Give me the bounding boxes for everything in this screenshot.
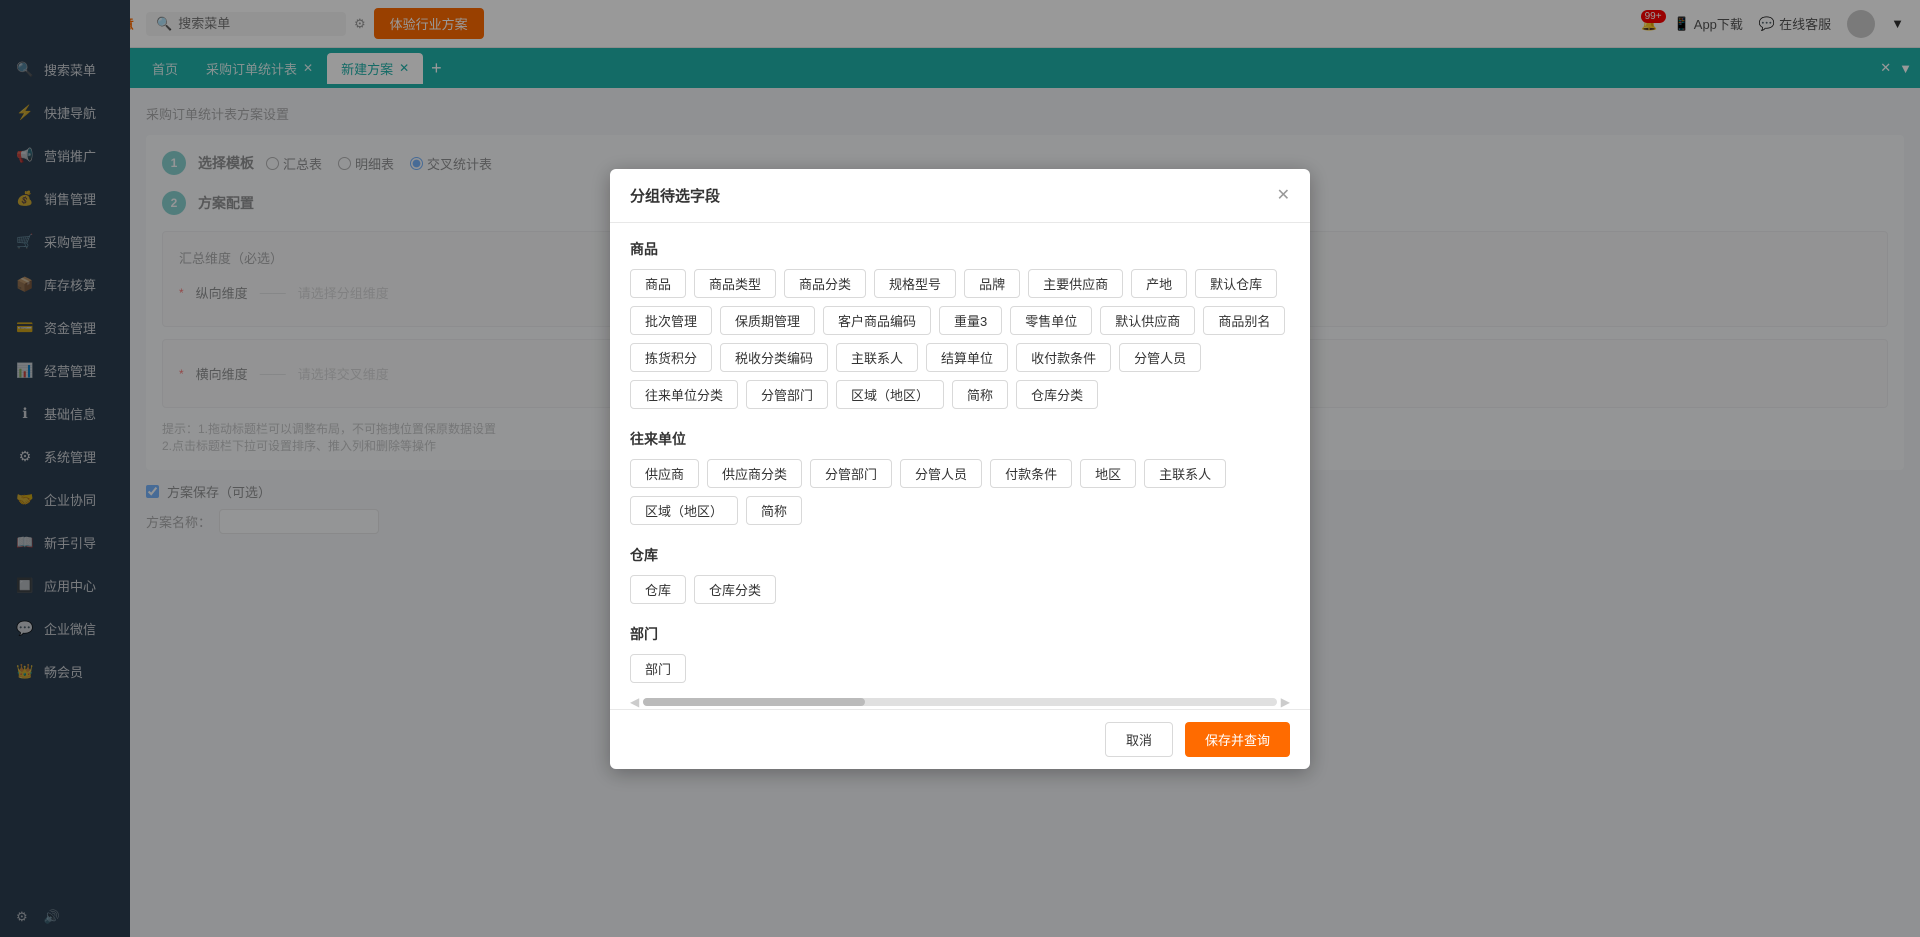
- field-tag[interactable]: 区域（地区）: [630, 496, 738, 525]
- field-tag[interactable]: 税收分类编码: [720, 343, 828, 372]
- field-tag[interactable]: 分管部门: [810, 459, 892, 488]
- field-tag[interactable]: 主要供应商: [1028, 269, 1123, 298]
- confirm-button[interactable]: 保存并查询: [1185, 722, 1290, 757]
- field-tag[interactable]: 地区: [1080, 459, 1136, 488]
- section-product-fields: 商品 商品类型 商品分类 规格型号 品牌 主要供应商 产地 默认仓库 批次管理 …: [630, 269, 1290, 409]
- section-product-title: 商品: [630, 239, 1290, 259]
- section-partner-fields: 供应商 供应商分类 分管部门 分管人员 付款条件 地区 主联系人 区域（地区） …: [630, 459, 1290, 525]
- section-warehouse: 仓库 仓库 仓库分类: [630, 545, 1290, 604]
- modal-title: 分组待选字段: [630, 185, 720, 206]
- field-tag[interactable]: 零售单位: [1010, 306, 1092, 335]
- field-tag[interactable]: 收付款条件: [1016, 343, 1111, 372]
- field-tag[interactable]: 简称: [952, 380, 1008, 409]
- field-tag[interactable]: 仓库分类: [694, 575, 776, 604]
- field-tag[interactable]: 主联系人: [1144, 459, 1226, 488]
- field-tag[interactable]: 供应商: [630, 459, 699, 488]
- field-tag[interactable]: 商品别名: [1203, 306, 1285, 335]
- field-tag[interactable]: 重量3: [939, 306, 1002, 335]
- field-tag[interactable]: 拣货积分: [630, 343, 712, 372]
- field-tag[interactable]: 保质期管理: [720, 306, 815, 335]
- section-product: 商品 商品 商品类型 商品分类 规格型号 品牌 主要供应商 产地 默认仓库 批次…: [630, 239, 1290, 409]
- modal-footer: 取消 保存并查询: [610, 709, 1310, 769]
- field-tag[interactable]: 商品类型: [694, 269, 776, 298]
- field-tag[interactable]: 仓库: [630, 575, 686, 604]
- field-tag[interactable]: 部门: [630, 654, 686, 683]
- field-tag[interactable]: 分管部门: [746, 380, 828, 409]
- modal-close-icon[interactable]: ✕: [1277, 185, 1290, 205]
- field-tag[interactable]: 仓库分类: [1016, 380, 1098, 409]
- field-tag[interactable]: 区域（地区）: [836, 380, 944, 409]
- section-warehouse-title: 仓库: [630, 545, 1290, 565]
- field-tag[interactable]: 商品: [630, 269, 686, 298]
- field-tag[interactable]: 主联系人: [836, 343, 918, 372]
- modal-hscroll[interactable]: ◀ ▶: [610, 691, 1310, 709]
- field-tag[interactable]: 往来单位分类: [630, 380, 738, 409]
- field-tag[interactable]: 产地: [1131, 269, 1187, 298]
- modal-body: 商品 商品 商品类型 商品分类 规格型号 品牌 主要供应商 产地 默认仓库 批次…: [610, 223, 1310, 691]
- field-tag[interactable]: 客户商品编码: [823, 306, 931, 335]
- field-tag[interactable]: 供应商分类: [707, 459, 802, 488]
- field-tag[interactable]: 分管人员: [1119, 343, 1201, 372]
- section-dept-title: 部门: [630, 624, 1290, 644]
- section-warehouse-fields: 仓库 仓库分类: [630, 575, 1290, 604]
- modal-header: 分组待选字段 ✕: [610, 169, 1310, 223]
- field-tag[interactable]: 商品分类: [784, 269, 866, 298]
- field-tag[interactable]: 品牌: [964, 269, 1020, 298]
- field-tag[interactable]: 默认仓库: [1195, 269, 1277, 298]
- section-dept: 部门 部门: [630, 624, 1290, 683]
- cancel-button[interactable]: 取消: [1105, 722, 1173, 757]
- field-tag[interactable]: 付款条件: [990, 459, 1072, 488]
- field-select-modal: 分组待选字段 ✕ 商品 商品 商品类型 商品分类 规格型号 品牌 主要供应商 产…: [610, 169, 1310, 769]
- field-tag[interactable]: 默认供应商: [1100, 306, 1195, 335]
- field-tag[interactable]: 批次管理: [630, 306, 712, 335]
- field-tag[interactable]: 结算单位: [926, 343, 1008, 372]
- field-tag[interactable]: 简称: [746, 496, 802, 525]
- field-tag[interactable]: 分管人员: [900, 459, 982, 488]
- section-dept-fields: 部门: [630, 654, 1290, 683]
- section-partner-title: 往来单位: [630, 429, 1290, 449]
- field-tag[interactable]: 规格型号: [874, 269, 956, 298]
- modal-overlay: 分组待选字段 ✕ 商品 商品 商品类型 商品分类 规格型号 品牌 主要供应商 产…: [0, 0, 1920, 937]
- section-partner: 往来单位 供应商 供应商分类 分管部门 分管人员 付款条件 地区 主联系人 区域…: [630, 429, 1290, 525]
